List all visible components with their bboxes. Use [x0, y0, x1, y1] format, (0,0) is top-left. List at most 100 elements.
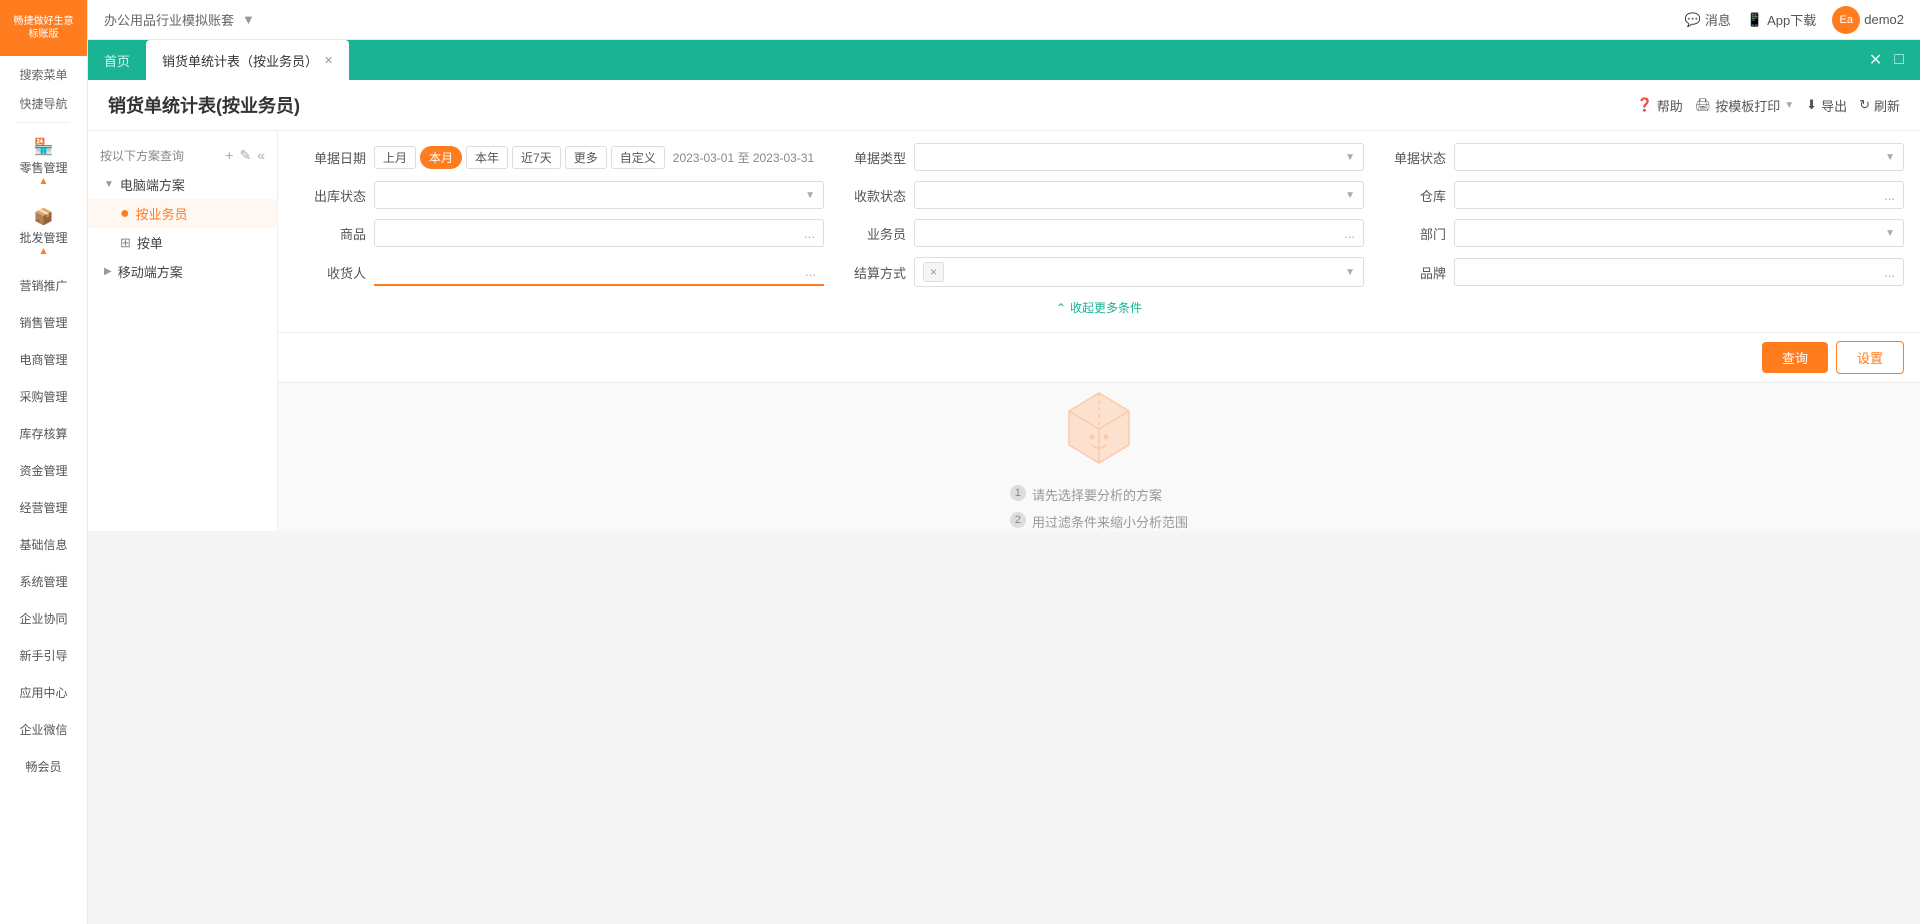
brand-select[interactable]: ...: [1454, 258, 1904, 286]
payment-select[interactable]: ▼: [914, 181, 1364, 209]
left-panel-icons: + ✎ «: [225, 147, 265, 164]
recipient-input[interactable]: ...: [374, 258, 824, 286]
page-title: 销货单统计表(按业务员): [108, 92, 300, 130]
tabbar: 首页 销货单统计表（按业务员） ✕ ✕ □: [88, 40, 1920, 80]
dept-label: 部门: [1374, 224, 1454, 243]
topbar-left: 办公用品行业模拟账套 ▼: [104, 10, 255, 29]
sidebar-item-member[interactable]: 畅会员: [0, 748, 87, 785]
tree-item-desktop[interactable]: ▼ 电脑端方案: [88, 170, 277, 199]
tab-sales-stat[interactable]: 销货单统计表（按业务员） ✕: [146, 40, 349, 80]
sidebar-item-purchase[interactable]: 采购管理: [0, 378, 87, 415]
sidebar-shortcut[interactable]: 快捷导航: [19, 89, 67, 118]
sidebar-item-sales[interactable]: 销售管理: [0, 304, 87, 341]
tabbar-close-btn[interactable]: ✕: [1865, 46, 1886, 74]
sidebar-item-system[interactable]: 系统管理: [0, 563, 87, 600]
goods-label: 商品: [294, 224, 374, 243]
left-panel: 按以下方案查询 + ✎ « ▼ 电脑端方案 ● 按业务员: [88, 131, 278, 531]
salesperson-select[interactable]: ...: [914, 219, 1364, 247]
export-icon: ⬇: [1806, 97, 1817, 113]
user-avatar: Ea: [1832, 6, 1860, 34]
date-btn-more[interactable]: 更多: [565, 146, 607, 169]
settlement-tag: ×: [923, 262, 944, 282]
query-button[interactable]: 查询: [1762, 342, 1828, 373]
warehouse-select[interactable]: ...: [1454, 181, 1904, 209]
page-header: 销货单统计表(按业务员) ❓ 帮助 🖨 按模板打印 ▼ ⬇ 导出 ↻ 刷新: [88, 80, 1920, 131]
settlement-tag-close[interactable]: ×: [930, 265, 937, 279]
dept-select[interactable]: ▼: [1454, 219, 1904, 247]
filter-cell-warehouse: 仓库 ...: [1374, 181, 1904, 209]
type-label: 单据类型: [834, 148, 914, 167]
download-icon: 📱: [1747, 12, 1763, 28]
sidebar-item-operations[interactable]: 经营管理: [0, 489, 87, 526]
warehouse-dots[interactable]: ...: [1884, 188, 1895, 203]
filter-cell-status: 单据状态 ▼: [1374, 143, 1904, 171]
sidebar-item-ecommerce[interactable]: 电商管理: [0, 341, 87, 378]
filter-cell-recipient: 收货人 ...: [294, 257, 824, 287]
sidebar-search[interactable]: 搜索菜单: [19, 56, 67, 89]
collapse-panel-icon[interactable]: «: [257, 147, 265, 164]
sidebar-item-basic[interactable]: 基础信息: [0, 526, 87, 563]
date-filter: 上月 本月 本年 近7天 更多 自定义 2023-03-01 至 2023-03…: [374, 146, 824, 169]
tree-arrow-mobile: ▶: [104, 266, 112, 277]
refresh-btn[interactable]: ↻ 刷新: [1859, 96, 1900, 115]
outbound-select[interactable]: ▼: [374, 181, 824, 209]
settlement-select-arrow: ▼: [1345, 267, 1355, 278]
date-btn-custom[interactable]: 自定义: [611, 146, 665, 169]
tree-item-mobile[interactable]: ▶ 移动端方案: [88, 257, 277, 286]
collapse-icon: ⌃: [1056, 301, 1066, 315]
date-btn-7days[interactable]: 近7天: [512, 146, 561, 169]
settings-button[interactable]: 设置: [1836, 341, 1904, 374]
tab-home[interactable]: 首页: [88, 40, 146, 80]
collapse-btn[interactable]: ⌃ 收起更多条件: [294, 295, 1904, 320]
edit-plan-icon[interactable]: ✎: [239, 147, 251, 164]
filter-row-2: 出库状态 ▼ 收款状态 ▼: [294, 181, 1904, 209]
sidebar-divider: [17, 122, 69, 123]
empty-tips: 1 请先选择要分析的方案 2 用过滤条件来缩小分析范围: [1010, 485, 1188, 531]
goods-dots[interactable]: ...: [804, 226, 815, 241]
print-btn[interactable]: 🖨 按模板打印 ▼: [1695, 96, 1794, 115]
goods-select[interactable]: ...: [374, 219, 824, 247]
tree-sub-item-salesperson[interactable]: ● 按业务员: [88, 199, 277, 228]
salesperson-dots[interactable]: ...: [1344, 226, 1355, 241]
export-btn[interactable]: ⬇ 导出: [1806, 96, 1847, 115]
tabbar-restore-btn[interactable]: □: [1890, 47, 1908, 73]
sidebar-item-collab[interactable]: 企业协同: [0, 600, 87, 637]
status-select[interactable]: ▼: [1454, 143, 1904, 171]
date-btn-last-month[interactable]: 上月: [374, 146, 416, 169]
filter-row-4: 收货人 ... 结算方式 ×: [294, 257, 1904, 287]
sidebar-item-corpwechat[interactable]: 企业微信: [0, 711, 87, 748]
sidebar-item-wholesale[interactable]: 📦 批发管理 ▲: [0, 197, 87, 267]
help-btn[interactable]: ❓ 帮助: [1637, 96, 1683, 115]
brand-label: 品牌: [1374, 263, 1454, 282]
outbound-label: 出库状态: [294, 186, 374, 205]
settlement-label: 结算方式: [834, 263, 914, 282]
msg-btn[interactable]: 💬 消息: [1685, 10, 1731, 29]
sidebar-item-finance[interactable]: 资金管理: [0, 452, 87, 489]
filter-cell-payment: 收款状态 ▼: [834, 181, 1364, 209]
sidebar-item-inventory[interactable]: 库存核算: [0, 415, 87, 452]
sidebar-item-marketing[interactable]: 营销推广: [0, 267, 87, 304]
recipient-dots[interactable]: ...: [805, 264, 816, 279]
tree-sub-item-order[interactable]: ⊞ 按单: [88, 228, 277, 257]
topbar-arrow[interactable]: ▼: [242, 12, 255, 27]
date-btn-this-year[interactable]: 本年: [466, 146, 508, 169]
add-plan-icon[interactable]: +: [225, 147, 233, 164]
tab-close-sales-stat[interactable]: ✕: [324, 54, 333, 67]
filter-cell-date: 单据日期 上月 本月 本年 近7天 更多 自定义 2023-03-01 至 20…: [294, 143, 824, 171]
tree-sub-label-salesperson: 按业务员: [136, 204, 188, 223]
settlement-select[interactable]: × ▼: [914, 257, 1364, 287]
brand-dots[interactable]: ...: [1884, 265, 1895, 280]
empty-tip-2: 2 用过滤条件来缩小分析范围: [1010, 512, 1188, 531]
topbar: 办公用品行业模拟账套 ▼ 💬 消息 📱 App下载 Ea demo2: [88, 0, 1920, 40]
date-btn-this-month[interactable]: 本月: [420, 146, 462, 169]
page-content: 销货单统计表(按业务员) ❓ 帮助 🖨 按模板打印 ▼ ⬇ 导出 ↻ 刷新: [88, 80, 1920, 924]
tip-num-1: 1: [1010, 485, 1026, 501]
filter-row-3: 商品 ... 业务员 ...: [294, 219, 1904, 247]
sidebar-item-newbie[interactable]: 新手引导: [0, 637, 87, 674]
type-select[interactable]: ▼: [914, 143, 1364, 171]
user-menu[interactable]: Ea demo2: [1832, 6, 1904, 34]
sidebar-item-retail[interactable]: 🏪 零售管理 ▲: [0, 127, 87, 197]
sidebar-item-appcenter[interactable]: 应用中心: [0, 674, 87, 711]
wholesale-icon: 📦: [34, 207, 54, 227]
app-download-btn[interactable]: 📱 App下载: [1747, 10, 1816, 29]
